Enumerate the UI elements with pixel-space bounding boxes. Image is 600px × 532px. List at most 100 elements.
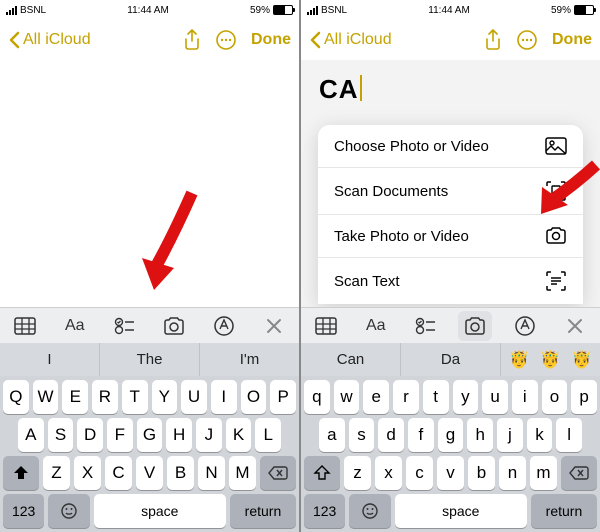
checklist-icon[interactable] — [409, 311, 443, 341]
key[interactable]: W — [33, 380, 59, 414]
more-icon[interactable] — [516, 29, 538, 51]
key[interactable]: a — [319, 418, 345, 452]
more-icon[interactable] — [215, 29, 237, 51]
key[interactable]: O — [241, 380, 267, 414]
note-body[interactable] — [0, 60, 299, 307]
key[interactable]: H — [166, 418, 192, 452]
key[interactable]: A — [18, 418, 44, 452]
checklist-icon[interactable] — [108, 311, 142, 341]
key[interactable]: B — [167, 456, 194, 490]
close-icon[interactable] — [257, 311, 291, 341]
share-icon[interactable] — [183, 29, 201, 51]
return-key[interactable]: return — [230, 494, 296, 528]
key[interactable]: I — [211, 380, 237, 414]
key[interactable]: z — [344, 456, 371, 490]
backspace-key[interactable] — [561, 456, 597, 490]
suggestion[interactable]: Da — [401, 343, 501, 376]
numbers-key[interactable]: 123 — [304, 494, 345, 528]
suggestion[interactable]: The — [100, 343, 200, 376]
key[interactable]: F — [107, 418, 133, 452]
space-key[interactable]: space — [94, 494, 226, 528]
key[interactable]: n — [499, 456, 526, 490]
key[interactable]: y — [453, 380, 479, 414]
back-button[interactable]: All iCloud — [8, 31, 91, 49]
key[interactable]: j — [497, 418, 523, 452]
key[interactable]: X — [74, 456, 101, 490]
key[interactable]: v — [437, 456, 464, 490]
camera-icon[interactable] — [458, 311, 492, 341]
key[interactable]: M — [229, 456, 256, 490]
key[interactable]: D — [77, 418, 103, 452]
key[interactable]: c — [406, 456, 433, 490]
text-format-icon[interactable]: Aa — [359, 311, 393, 341]
emoji[interactable]: 🤴 — [540, 350, 561, 370]
key[interactable]: p — [571, 380, 597, 414]
key[interactable]: m — [530, 456, 557, 490]
table-icon[interactable] — [8, 311, 42, 341]
key[interactable]: r — [393, 380, 419, 414]
key[interactable]: U — [181, 380, 207, 414]
key[interactable]: e — [363, 380, 389, 414]
key[interactable]: Z — [43, 456, 70, 490]
key[interactable]: u — [482, 380, 508, 414]
battery-icon — [273, 5, 293, 15]
typed-text: CA — [319, 74, 359, 104]
menu-scan-text[interactable]: Scan Text — [318, 258, 583, 304]
done-button[interactable]: Done — [251, 31, 291, 49]
key[interactable]: f — [408, 418, 434, 452]
emoji[interactable]: 🤴 — [571, 350, 592, 370]
key[interactable]: s — [349, 418, 375, 452]
emoji-key[interactable] — [349, 494, 390, 528]
key[interactable]: h — [467, 418, 493, 452]
key[interactable]: t — [423, 380, 449, 414]
share-icon[interactable] — [484, 29, 502, 51]
emoji-key[interactable] — [48, 494, 89, 528]
key[interactable]: w — [334, 380, 360, 414]
backspace-key[interactable] — [260, 456, 296, 490]
key[interactable]: o — [542, 380, 568, 414]
suggestion[interactable]: I'm — [200, 343, 299, 376]
key[interactable]: K — [226, 418, 252, 452]
markup-icon[interactable] — [508, 311, 542, 341]
key[interactable]: N — [198, 456, 225, 490]
key[interactable]: P — [270, 380, 296, 414]
key[interactable]: l — [556, 418, 582, 452]
emoji-suggestions[interactable]: 🤴 🤴 🤴 — [501, 343, 600, 376]
key[interactable]: L — [255, 418, 281, 452]
key[interactable]: Y — [152, 380, 178, 414]
key[interactable]: C — [105, 456, 132, 490]
numbers-key[interactable]: 123 — [3, 494, 44, 528]
space-key[interactable]: space — [395, 494, 527, 528]
key[interactable]: g — [438, 418, 464, 452]
shift-key[interactable] — [304, 456, 340, 490]
key[interactable]: V — [136, 456, 163, 490]
suggestion[interactable]: I — [0, 343, 100, 376]
suggestion[interactable]: Can — [301, 343, 401, 376]
emoji[interactable]: 🤴 — [509, 350, 530, 370]
table-icon[interactable] — [309, 311, 343, 341]
key[interactable]: G — [137, 418, 163, 452]
menu-scan-documents[interactable]: Scan Documents — [318, 168, 583, 215]
key[interactable]: k — [527, 418, 553, 452]
key[interactable]: Q — [3, 380, 29, 414]
key[interactable]: b — [468, 456, 495, 490]
done-button[interactable]: Done — [552, 31, 592, 49]
back-button[interactable]: All iCloud — [309, 31, 392, 49]
markup-icon[interactable] — [207, 311, 241, 341]
key[interactable]: S — [48, 418, 74, 452]
key[interactable]: T — [122, 380, 148, 414]
key[interactable]: J — [196, 418, 222, 452]
shift-key[interactable] — [3, 456, 39, 490]
return-key[interactable]: return — [531, 494, 597, 528]
text-format-icon[interactable]: Aa — [58, 311, 92, 341]
camera-icon[interactable] — [157, 311, 191, 341]
close-icon[interactable] — [558, 311, 592, 341]
key[interactable]: d — [378, 418, 404, 452]
key[interactable]: x — [375, 456, 402, 490]
key[interactable]: q — [304, 380, 330, 414]
key[interactable]: i — [512, 380, 538, 414]
menu-choose-photo[interactable]: Choose Photo or Video — [318, 125, 583, 168]
key[interactable]: R — [92, 380, 118, 414]
key[interactable]: E — [62, 380, 88, 414]
menu-take-photo[interactable]: Take Photo or Video — [318, 215, 583, 258]
